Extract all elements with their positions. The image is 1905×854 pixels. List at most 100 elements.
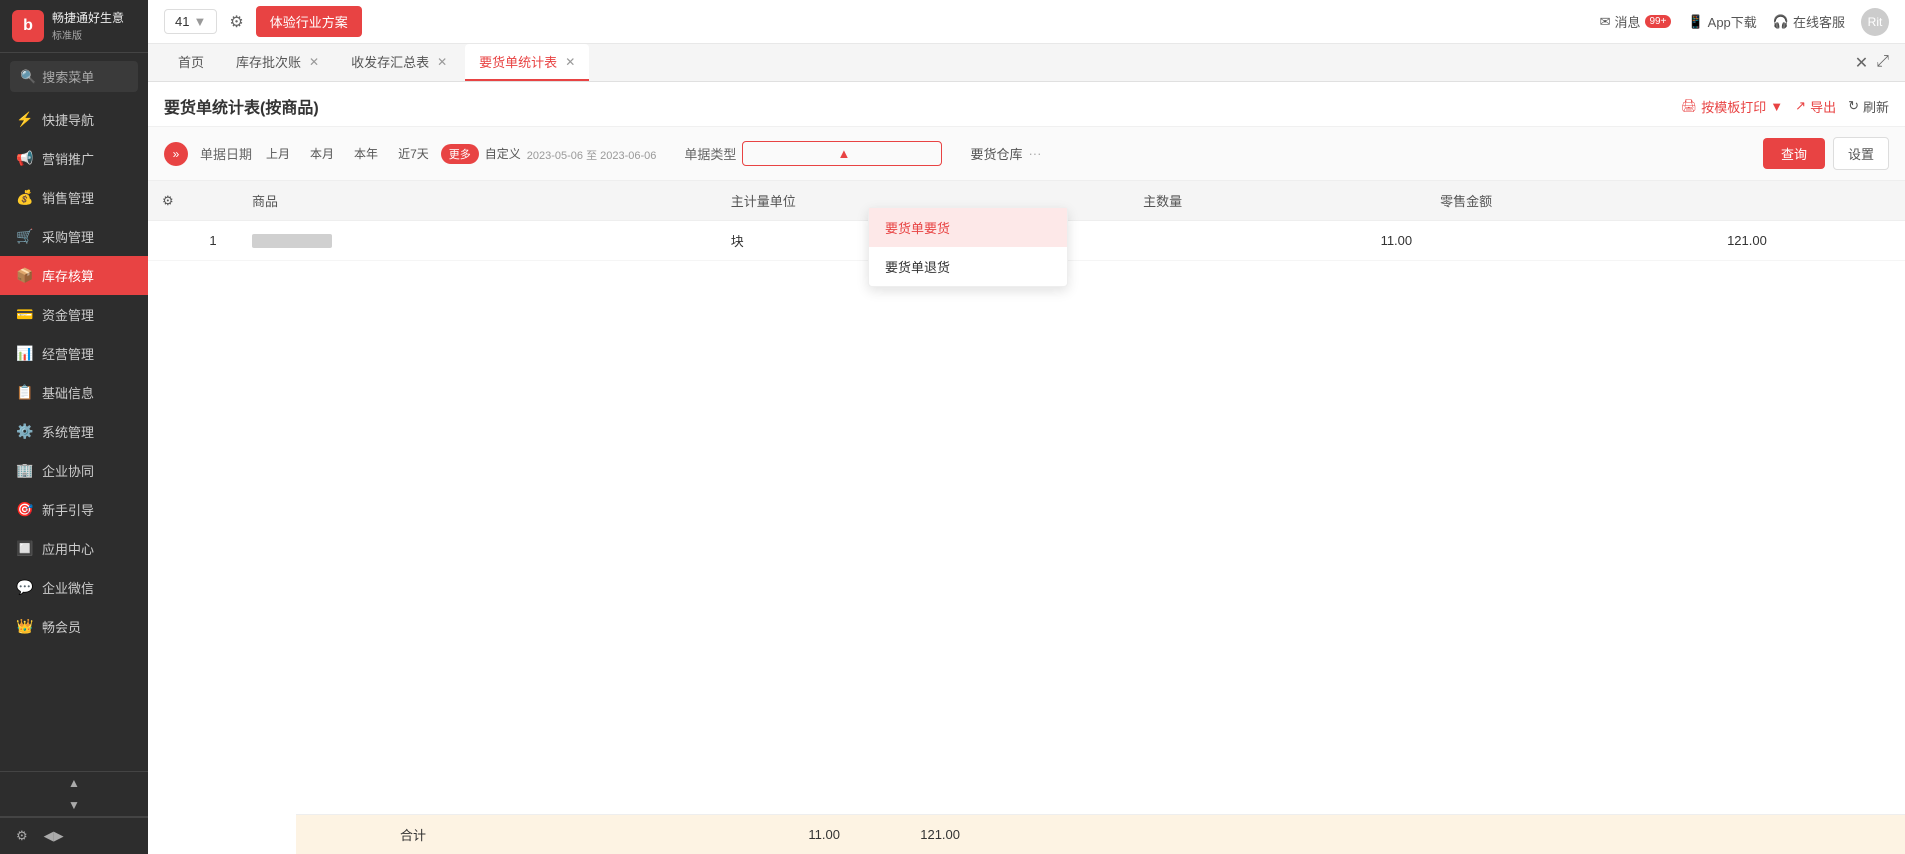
tab-close-summary[interactable]: ✕ <box>437 55 447 69</box>
footer-label: 合计 <box>400 825 600 844</box>
sidebar-item-finance[interactable]: 💳 资金管理 <box>0 295 148 334</box>
sidebar: b 畅捷通好生意 标准版 🔍 搜索菜单 ⚡ 快捷导航 📢 营销推广 💰 销售管理… <box>0 0 148 854</box>
topbar-right: ✉ 消息 99+ 📱 App下载 🎧 在线客服 Rit <box>1600 8 1889 36</box>
tabbar: 首页 库存批次账 ✕ 收发存汇总表 ✕ 要货单统计表 ✕ ✕ ⤢ <box>148 44 1905 82</box>
date-range-display: 2023-05-06 至 2023-06-06 <box>527 145 657 163</box>
quick-btn-this-year[interactable]: 本年 <box>346 143 386 164</box>
sales-icon: 💰 <box>16 189 34 207</box>
type-dropdown: 要货单要货 要货单退货 <box>868 207 1068 287</box>
sidebar-item-marketing[interactable]: 📢 营销推广 <box>0 139 148 178</box>
sidebar-item-operation[interactable]: 📊 经营管理 <box>0 334 148 373</box>
logo-icon: b <box>12 10 44 42</box>
sidebar-item-guide[interactable]: 🎯 新手引导 <box>0 490 148 529</box>
warehouse-label: 要货仓库 <box>970 144 1022 163</box>
cell-settings <box>148 221 188 261</box>
marketing-icon: 📢 <box>16 150 34 168</box>
topbar-settings-icon[interactable]: ⚙ <box>229 12 243 32</box>
th-product: 商品 <box>238 181 717 221</box>
filter-expand-button[interactable]: » <box>164 142 188 166</box>
filter-date-group: 单据日期 上月 本月 本年 近7天 更多 自定义 2023-05-06 至 20… <box>200 143 656 164</box>
sidebar-item-wechat[interactable]: 💬 企业微信 <box>0 568 148 607</box>
cell-extra <box>1781 221 1905 261</box>
trial-button[interactable]: 体验行业方案 <box>256 6 362 37</box>
sidebar-item-sales[interactable]: 💰 销售管理 <box>0 178 148 217</box>
query-button[interactable]: 查询 <box>1763 138 1825 169</box>
custom-date-btn[interactable]: 自定义 <box>485 145 521 162</box>
sidebar-item-system[interactable]: ⚙️ 系统管理 <box>0 412 148 451</box>
company-selector[interactable]: 41 ▼ <box>164 9 217 34</box>
refresh-btn[interactable]: ↻ 刷新 <box>1848 97 1889 116</box>
print-template-btn[interactable]: 🖨 按模板打印 ▼ <box>1681 97 1783 116</box>
th-extra <box>1781 181 1905 221</box>
search-icon: 🔍 <box>20 69 36 85</box>
tab-batch[interactable]: 库存批次账 ✕ <box>222 44 333 81</box>
online-service-action[interactable]: 🎧 在线客服 <box>1773 12 1845 31</box>
filter-warehouse-group: 要货仓库 ··· <box>970 144 1041 163</box>
quick-btn-last-month[interactable]: 上月 <box>258 143 298 164</box>
date-label: 单据日期 <box>200 144 252 163</box>
quick-btn-last-7days[interactable]: 近7天 <box>390 143 437 164</box>
footer-amount: 121.00 <box>840 827 960 842</box>
wechat-icon: 💬 <box>16 579 34 597</box>
logo-text: 畅捷通好生意 标准版 <box>52 10 124 42</box>
cell-qty: 11.00 <box>1129 221 1426 261</box>
tab-order-stat[interactable]: 要货单统计表 ✕ <box>465 44 589 81</box>
print-arrow-icon: ▼ <box>1770 99 1783 114</box>
basic-icon: 📋 <box>16 384 34 402</box>
inventory-icon: 📦 <box>16 267 34 285</box>
message-action[interactable]: ✉ 消息 99+ <box>1600 12 1672 31</box>
tab-home[interactable]: 首页 <box>164 44 218 81</box>
table-footer: 合计 11.00 121.00 <box>296 814 1905 854</box>
sidebar-item-quick[interactable]: ⚡ 快捷导航 <box>0 100 148 139</box>
operation-icon: 📊 <box>16 345 34 363</box>
tabbar-actions: ✕ ⤢ <box>1855 53 1889 73</box>
message-icon: ✉ <box>1600 14 1611 30</box>
footer-qty: 11.00 <box>720 827 840 842</box>
user-avatar[interactable]: Rit <box>1861 8 1889 36</box>
quick-btn-this-month[interactable]: 本月 <box>302 143 342 164</box>
tab-close-order-stat[interactable]: ✕ <box>565 55 575 69</box>
sidebar-search[interactable]: 🔍 搜索菜单 <box>10 61 138 92</box>
page-actions: 🖨 按模板打印 ▼ ↗ 导出 ↻ 刷新 <box>1681 97 1889 116</box>
type-select[interactable]: ▲ <box>742 141 942 166</box>
sidebar-item-inventory[interactable]: 📦 库存核算 <box>0 256 148 295</box>
quick-icon: ⚡ <box>16 111 34 129</box>
sidebar-item-enterprise[interactable]: 🏢 企业协同 <box>0 451 148 490</box>
th-index <box>188 181 238 221</box>
sidebar-footer: ⚙ ◀▶ <box>0 817 148 854</box>
company-dropdown-icon: ▼ <box>193 14 206 29</box>
sidebar-item-basic[interactable]: 📋 基础信息 <box>0 373 148 412</box>
cell-amount: 121.00 <box>1426 221 1781 261</box>
tab-summary[interactable]: 收发存汇总表 ✕ <box>337 44 461 81</box>
type-label: 单据类型 <box>684 144 736 163</box>
sidebar-item-purchase[interactable]: 🛒 采购管理 <box>0 217 148 256</box>
page-header: 要货单统计表(按商品) 🖨 按模板打印 ▼ ↗ 导出 ↻ 刷新 <box>148 82 1905 127</box>
export-btn[interactable]: ↗ 导出 <box>1795 97 1836 116</box>
guide-icon: 🎯 <box>16 501 34 519</box>
collapse-icon[interactable]: ◀▶ <box>44 828 64 844</box>
set-button[interactable]: 设置 <box>1833 137 1889 170</box>
enterprise-icon: 🏢 <box>16 462 34 480</box>
tab-close-all-btn[interactable]: ✕ <box>1855 53 1868 73</box>
scroll-down-icon[interactable]: ▼ <box>68 798 80 812</box>
headset-icon: 🎧 <box>1773 14 1789 30</box>
sidebar-item-member[interactable]: 👑 畅会员 <box>0 607 148 646</box>
topbar-left: 41 ▼ ⚙ 体验行业方案 <box>164 6 362 37</box>
warehouse-more-btn[interactable]: ··· <box>1028 146 1041 161</box>
main-area: 41 ▼ ⚙ 体验行业方案 ✉ 消息 99+ 📱 App下载 🎧 在线客服 Ri… <box>148 0 1905 854</box>
sidebar-item-apps[interactable]: 🔲 应用中心 <box>0 529 148 568</box>
system-icon: ⚙️ <box>16 423 34 441</box>
tab-expand-btn[interactable]: ⤢ <box>1876 53 1889 73</box>
dropdown-item-order[interactable]: 要货单要货 <box>869 208 1067 247</box>
scroll-up-icon[interactable]: ▲ <box>68 776 80 790</box>
dropdown-item-return[interactable]: 要货单退货 <box>869 247 1067 286</box>
logo-area: b 畅捷通好生意 标准版 <box>0 0 148 53</box>
th-settings[interactable]: ⚙ <box>148 181 188 221</box>
tab-close-batch[interactable]: ✕ <box>309 55 319 69</box>
finance-icon: 💳 <box>16 306 34 324</box>
quick-btn-more[interactable]: 更多 <box>441 144 479 164</box>
content-area: 要货单统计表(按商品) 🖨 按模板打印 ▼ ↗ 导出 ↻ 刷新 <box>148 82 1905 854</box>
settings-footer-icon[interactable]: ⚙ <box>16 828 28 844</box>
app-download-action[interactable]: 📱 App下载 <box>1687 12 1756 31</box>
th-qty: 主数量 <box>1129 181 1426 221</box>
